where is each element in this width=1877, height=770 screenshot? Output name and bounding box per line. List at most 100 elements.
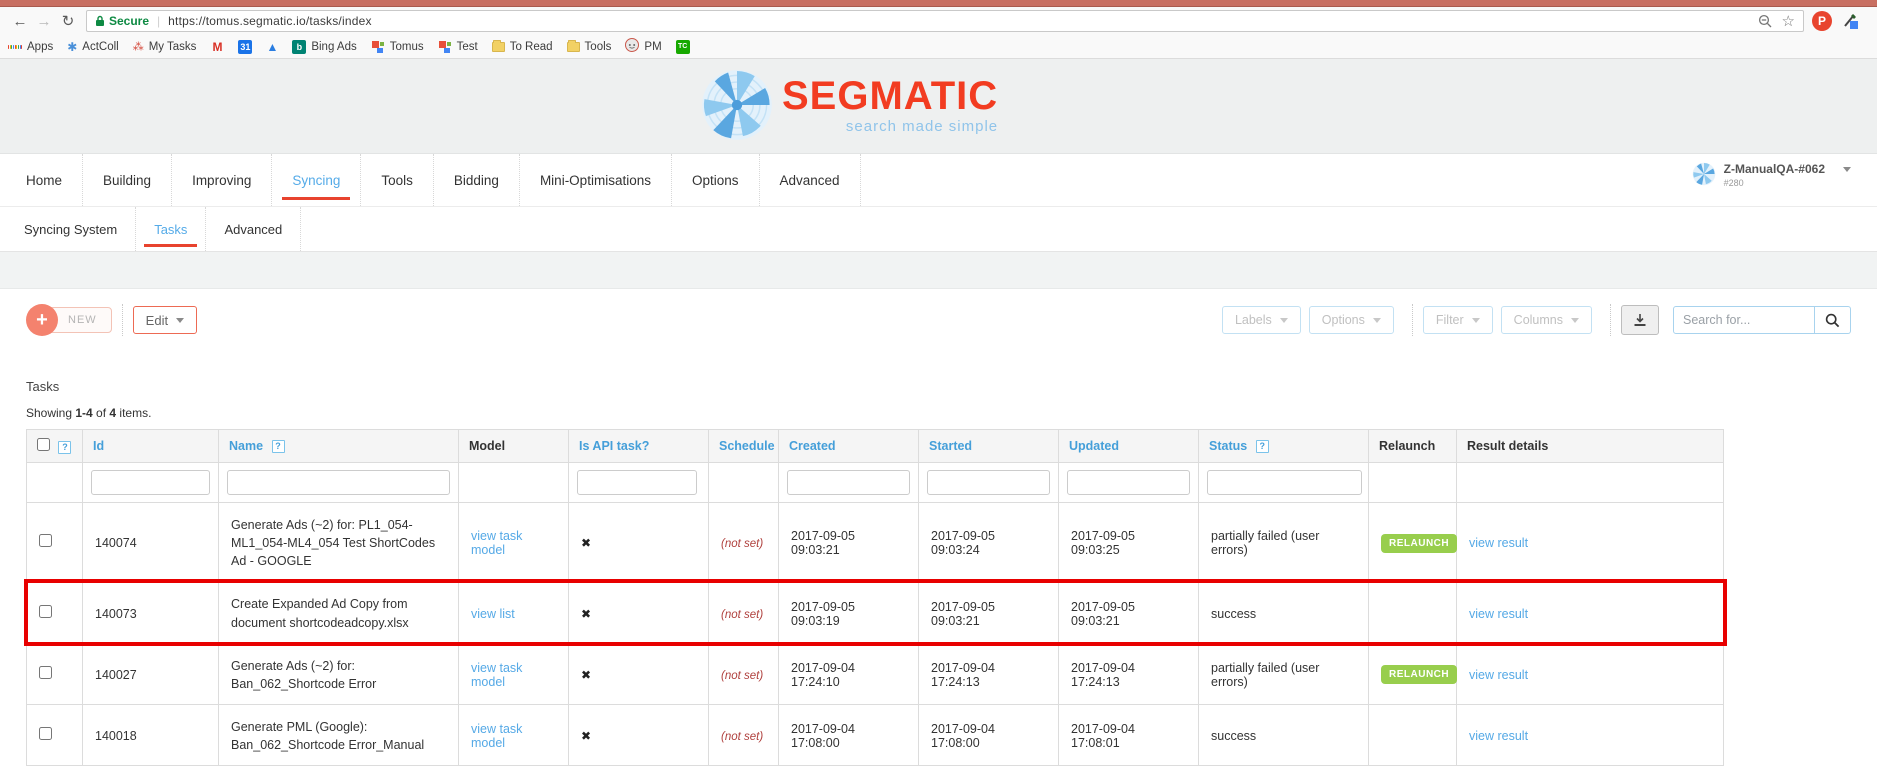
sort-link-is-api-task[interactable]: Is API task?: [579, 439, 649, 453]
bookmark-tc[interactable]: TC: [675, 39, 690, 54]
view-result-link[interactable]: view result: [1469, 668, 1528, 682]
back-icon[interactable]: ←: [8, 13, 32, 30]
extension-p-icon[interactable]: P: [1812, 11, 1832, 31]
status-text: success: [1198, 703, 1369, 767]
cell-name: Generate PML (Google): Ban_062_Shortcode…: [218, 703, 459, 767]
view-result-link[interactable]: view result: [1469, 607, 1528, 621]
nav-tab-options[interactable]: Options: [672, 154, 760, 206]
refresh-icon[interactable]: ↻: [56, 12, 80, 30]
nav-tab-bidding[interactable]: Bidding: [434, 154, 520, 206]
sort-link-status[interactable]: Status: [1209, 439, 1247, 453]
extension-colorpicker-icon[interactable]: [1840, 11, 1860, 31]
secure-badge[interactable]: Secure: [95, 14, 149, 28]
columns-dropdown-button[interactable]: Columns: [1500, 306, 1592, 334]
bookmark-pm[interactable]: PM: [625, 38, 662, 55]
sort-link-started[interactable]: Started: [929, 439, 972, 453]
filter-input-id[interactable]: [91, 470, 210, 495]
new-button[interactable]: + NEW: [26, 304, 112, 336]
search-icon: [1825, 313, 1840, 327]
filter-input-is-api-task[interactable]: [577, 470, 697, 495]
nav-tab-syncing[interactable]: Syncing: [272, 154, 362, 206]
relaunch-button[interactable]: RELAUNCH: [1381, 533, 1458, 553]
row-checkbox[interactable]: [39, 727, 52, 740]
filter-input-name[interactable]: [227, 470, 450, 495]
filter-input-updated[interactable]: [1067, 470, 1190, 495]
view-model-link[interactable]: view task model: [471, 529, 522, 557]
subnav-tab-syncing-system[interactable]: Syncing System: [6, 207, 137, 251]
view-result-link[interactable]: view result: [1469, 729, 1528, 743]
nav-tab-home[interactable]: Home: [6, 154, 84, 206]
sort-link-created[interactable]: Created: [789, 439, 836, 453]
bookmark-bing[interactable]: b Bing Ads: [292, 39, 357, 54]
sort-link-id[interactable]: Id: [93, 439, 104, 453]
bookmark-folder-tools[interactable]: Tools: [566, 39, 611, 53]
view-result-link[interactable]: view result: [1469, 536, 1528, 550]
bookmark-calendar[interactable]: 31: [238, 39, 253, 54]
gmail-icon: M: [212, 39, 223, 54]
help-icon[interactable]: ?: [58, 440, 72, 454]
sort-link-updated[interactable]: Updated: [1069, 439, 1119, 453]
status-text: partially failed (user errors): [1198, 501, 1369, 583]
relaunch-button[interactable]: RELAUNCH: [1381, 665, 1458, 685]
actcoll-icon: ✱: [67, 39, 78, 54]
folder-icon: [491, 39, 505, 52]
nav-tab-improving[interactable]: Improving: [172, 154, 273, 206]
address-bar[interactable]: Secure | https://tomus.segmatic.io/tasks…: [86, 10, 1804, 32]
help-icon[interactable]: ?: [271, 439, 285, 453]
bookmark-folder-to-read[interactable]: To Read: [491, 39, 553, 53]
bookmark-test[interactable]: Test: [438, 40, 478, 54]
user-id: #280: [1723, 178, 1744, 188]
subnav-tab-tasks[interactable]: Tasks: [136, 207, 207, 251]
cross-icon: ✖: [581, 667, 592, 682]
schedule-not-set: (not set): [721, 669, 764, 682]
user-menu[interactable]: Z-ManualQA-#062 #280: [1692, 162, 1851, 188]
nav-tab-advanced[interactable]: Advanced: [760, 154, 861, 206]
bookmark-star-icon[interactable]: ☆: [1782, 12, 1795, 30]
search-button[interactable]: [1815, 306, 1851, 334]
nav-tab-tools[interactable]: Tools: [361, 154, 434, 206]
sort-link-schedule[interactable]: Schedule: [719, 439, 775, 453]
labels-dropdown-button[interactable]: Labels: [1221, 306, 1301, 334]
sub-nav: Syncing System Tasks Advanced: [0, 207, 1877, 252]
select-all-header: ?: [26, 429, 83, 463]
bookmark-actcoll[interactable]: ✱ ActColl: [67, 40, 119, 54]
help-icon[interactable]: ?: [1255, 439, 1269, 453]
edit-dropdown-button[interactable]: Edit: [132, 306, 198, 334]
bookmark-analytics[interactable]: ▲: [266, 40, 278, 54]
select-all-checkbox[interactable]: [37, 438, 50, 451]
filter-input-created[interactable]: [787, 470, 910, 495]
nav-tab-mini-optimisations[interactable]: Mini-Optimisations: [520, 154, 672, 206]
cell-created: 2017-09-04 17:24:10: [778, 642, 919, 705]
results-summary: Showing 1-4 of 4 items.: [26, 406, 152, 420]
chevron-down-icon: [1471, 317, 1480, 323]
chevron-down-icon: [1372, 317, 1381, 323]
bookmark-tomus[interactable]: Tomus: [371, 40, 424, 54]
bookmark-my-tasks[interactable]: ⁂ My Tasks: [133, 40, 197, 54]
schedule-not-set: (not set): [721, 731, 764, 743]
row-checkbox[interactable]: [39, 604, 52, 618]
export-download-button[interactable]: [1621, 305, 1659, 335]
filter-dropdown-button[interactable]: Filter: [1422, 306, 1493, 334]
bookmark-apps[interactable]: Apps: [7, 40, 53, 54]
bing-icon: b: [292, 39, 307, 54]
filter-input-status[interactable]: [1207, 470, 1362, 495]
view-model-link[interactable]: view task model: [471, 722, 522, 750]
search-input[interactable]: [1673, 306, 1815, 334]
row-checkbox[interactable]: [39, 665, 52, 679]
zoom-out-icon[interactable]: [1758, 14, 1772, 28]
filter-input-started[interactable]: [927, 470, 1050, 495]
cell-started: 2017-09-05 09:03:21: [918, 581, 1059, 644]
nav-tab-building[interactable]: Building: [83, 154, 173, 206]
bookmark-gmail[interactable]: M: [210, 40, 224, 54]
sort-link-name[interactable]: Name: [229, 439, 263, 453]
table-filter-row: [26, 462, 1724, 503]
cell-name: Generate Ads (~2) for: PL1_054-ML1_054-M…: [218, 501, 459, 583]
options-dropdown-button[interactable]: Options: [1308, 306, 1394, 334]
row-checkbox[interactable]: [39, 534, 52, 548]
view-model-link[interactable]: view list: [471, 607, 515, 621]
subnav-tab-advanced[interactable]: Advanced: [206, 207, 302, 251]
url-text: https://tomus.segmatic.io/tasks/index: [168, 14, 372, 28]
chevron-down-icon: [1571, 317, 1579, 323]
forward-icon[interactable]: →: [32, 13, 56, 30]
view-model-link[interactable]: view task model: [471, 661, 522, 689]
